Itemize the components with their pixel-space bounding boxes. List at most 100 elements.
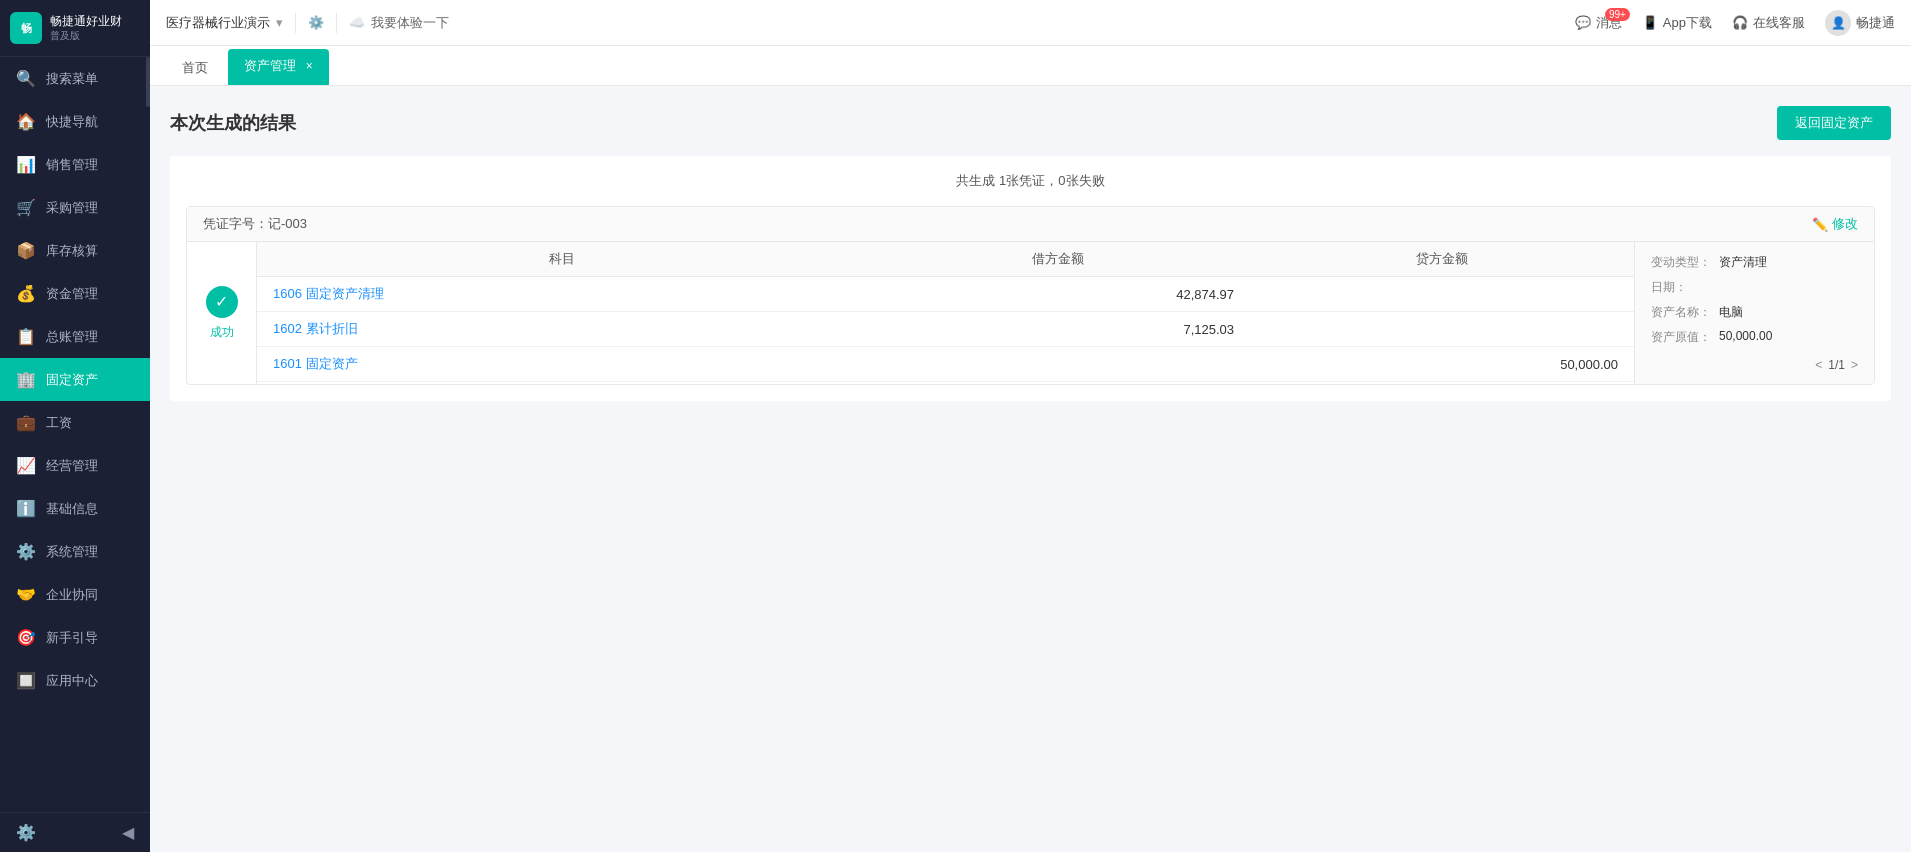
app-download-btn[interactable]: 📱 App下载 [1642, 14, 1712, 32]
avatar: 👤 [1825, 10, 1851, 36]
voucher-table: 科目 借方金额 贷方金额 1606 固定资产清理 [257, 242, 1634, 382]
headset-icon: 🎧 [1732, 15, 1748, 30]
sidebar-item-funds[interactable]: 💰 资金管理 [0, 272, 150, 315]
app-logo-text: 畅捷通好业财 普及版 [50, 13, 122, 44]
topbar-right: 💬 消息 99+ 📱 App下载 🎧 在线客服 👤 畅捷通 [1575, 10, 1895, 36]
change-type-label: 变动类型： [1651, 254, 1711, 271]
sidebar-item-ledger[interactable]: 📋 总账管理 [0, 315, 150, 358]
table-row: 1602 累计折旧 7,125.03 [257, 312, 1634, 347]
credit-1601: 50,000.00 [1250, 347, 1634, 382]
message-icon: 💬 [1575, 15, 1591, 30]
edit-icon: ✏️ [1812, 217, 1828, 232]
trending-icon: 📈 [16, 456, 36, 475]
col-header-credit: 贷方金额 [1250, 242, 1634, 277]
subject-link-1602[interactable]: 1602 累计折旧 [273, 321, 358, 336]
asset-name-value: 电脑 [1719, 304, 1743, 321]
asset-value-value: 50,000.00 [1719, 329, 1772, 346]
topbar-divider2 [336, 13, 337, 33]
table-row: 1606 固定资产清理 42,874.97 [257, 277, 1634, 312]
sidebar-footer: ⚙️ ◀ [0, 812, 150, 852]
tab-home[interactable]: 首页 [166, 51, 224, 85]
sidebar-logo: 畅 畅捷通好业财 普及版 [0, 0, 150, 57]
tabbar: 首页 资产管理 × [150, 46, 1911, 86]
result-area: 共生成 1张凭证，0张失败 凭证字号：记-003 ✏️ 修改 ✓ [170, 156, 1891, 401]
check-icon: ✓ [215, 292, 228, 311]
user-btn[interactable]: 👤 畅捷通 [1825, 10, 1895, 36]
chart-icon: 📊 [16, 155, 36, 174]
online-service-btn[interactable]: 🎧 在线客服 [1732, 14, 1805, 32]
home-icon: 🏠 [16, 112, 36, 131]
app-logo-icon: 畅 [10, 12, 42, 44]
messages-btn[interactable]: 💬 消息 99+ [1575, 14, 1622, 32]
prev-page-btn[interactable]: < [1815, 358, 1822, 372]
topbar-experience[interactable]: ☁️ 我要体验一下 [349, 14, 449, 32]
topbar: 医疗器械行业演示 ▾ ⚙️ ☁️ 我要体验一下 💬 消息 99+ 📱 App下载… [150, 0, 1911, 46]
asset-value-label: 资产原值： [1651, 329, 1711, 346]
success-text: 成功 [210, 324, 234, 341]
box-icon: 📦 [16, 241, 36, 260]
table-row: 1601 固定资产 50,000.00 [257, 347, 1634, 382]
sidebar-item-baseinfo[interactable]: ℹ️ 基础信息 [0, 487, 150, 530]
voucher-side: 变动类型： 资产清理 日期： 资产名称： 电脑 资产原值： [1634, 242, 1874, 384]
collapse-icon[interactable]: ◀ [122, 823, 134, 842]
settings-btn[interactable]: ⚙️ [308, 15, 324, 30]
search-icon: 🔍 [16, 69, 36, 88]
user-icon: 👤 [1831, 16, 1846, 30]
voucher-edit-btn[interactable]: ✏️ 修改 [1812, 215, 1858, 233]
sidebar-item-purchase[interactable]: 🛒 采购管理 [0, 186, 150, 229]
info-icon: ℹ️ [16, 499, 36, 518]
sidebar-item-quicknav[interactable]: 🏠 快捷导航 [0, 100, 150, 143]
col-header-debit: 借方金额 [866, 242, 1250, 277]
sidebar-item-appcenter[interactable]: 🔲 应用中心 [0, 659, 150, 702]
settings-icon: ⚙️ [308, 15, 324, 30]
side-pagination: < 1/1 > [1651, 358, 1858, 372]
next-page-btn[interactable]: > [1851, 358, 1858, 372]
return-button[interactable]: 返回固定资产 [1777, 106, 1891, 140]
sidebar-item-fixedassets[interactable]: 🏢 固定资产 [0, 358, 150, 401]
handshake-icon: 🤝 [16, 585, 36, 604]
subject-link-1606[interactable]: 1606 固定资产清理 [273, 286, 384, 301]
side-row-changetype: 变动类型： 资产清理 [1651, 254, 1858, 271]
side-row-assetvalue: 资产原值： 50,000.00 [1651, 329, 1858, 346]
voucher-id: 凭证字号：记-003 [203, 215, 307, 233]
credit-1602 [1250, 312, 1634, 347]
chevron-down-icon: ▾ [276, 15, 283, 30]
sidebar-item-sysmanage[interactable]: ⚙️ 系统管理 [0, 530, 150, 573]
main-area: 医疗器械行业演示 ▾ ⚙️ ☁️ 我要体验一下 💬 消息 99+ 📱 App下载… [150, 0, 1911, 852]
voucher-status: ✓ 成功 [187, 242, 257, 384]
tab-assets[interactable]: 资产管理 × [228, 49, 329, 85]
briefcase-icon: 💼 [16, 413, 36, 432]
sidebar: 畅 畅捷通好业财 普及版 🔍 搜索菜单 🏠 快捷导航 📊 销售管理 🛒 采购管理 [0, 0, 150, 852]
change-type-value: 资产清理 [1719, 254, 1767, 271]
voucher-body: ✓ 成功 科目 借方金额 贷方金额 [187, 242, 1874, 384]
voucher-block: 凭证字号：记-003 ✏️ 修改 ✓ 成功 [186, 206, 1875, 385]
date-label: 日期： [1651, 279, 1687, 296]
voucher-header: 凭证字号：记-003 ✏️ 修改 [187, 207, 1874, 242]
sidebar-item-operations[interactable]: 📈 经营管理 [0, 444, 150, 487]
sidebar-item-search[interactable]: 🔍 搜索菜单 [0, 57, 150, 100]
sidebar-nav: 🔍 搜索菜单 🏠 快捷导航 📊 销售管理 🛒 采购管理 📦 库存核算 💰 资金管… [0, 57, 150, 812]
target-icon: 🎯 [16, 628, 36, 647]
cart-icon: 🛒 [16, 198, 36, 217]
topbar-company[interactable]: 医疗器械行业演示 ▾ [166, 14, 283, 32]
debit-1601 [866, 347, 1250, 382]
page-header: 本次生成的结果 返回固定资产 [170, 106, 1891, 140]
download-icon: 📱 [1642, 15, 1658, 30]
building-icon: 🏢 [16, 370, 36, 389]
page-info: 1/1 [1828, 358, 1845, 372]
side-row-assetname: 资产名称： 电脑 [1651, 304, 1858, 321]
credit-1606 [1250, 277, 1634, 312]
sidebar-item-cooperation[interactable]: 🤝 企业协同 [0, 573, 150, 616]
topbar-divider [295, 13, 296, 33]
sidebar-item-guide[interactable]: 🎯 新手引导 [0, 616, 150, 659]
sidebar-item-salary[interactable]: 💼 工资 [0, 401, 150, 444]
messages-badge: 99+ [1605, 8, 1630, 21]
result-summary: 共生成 1张凭证，0张失败 [186, 172, 1875, 190]
settings-footer-icon[interactable]: ⚙️ [16, 823, 36, 842]
content: 本次生成的结果 返回固定资产 共生成 1张凭证，0张失败 凭证字号：记-003 … [150, 86, 1911, 852]
sidebar-item-inventory[interactable]: 📦 库存核算 [0, 229, 150, 272]
asset-name-label: 资产名称： [1651, 304, 1711, 321]
tab-close-icon[interactable]: × [306, 59, 313, 73]
sidebar-item-sales[interactable]: 📊 销售管理 [0, 143, 150, 186]
subject-link-1601[interactable]: 1601 固定资产 [273, 356, 358, 371]
